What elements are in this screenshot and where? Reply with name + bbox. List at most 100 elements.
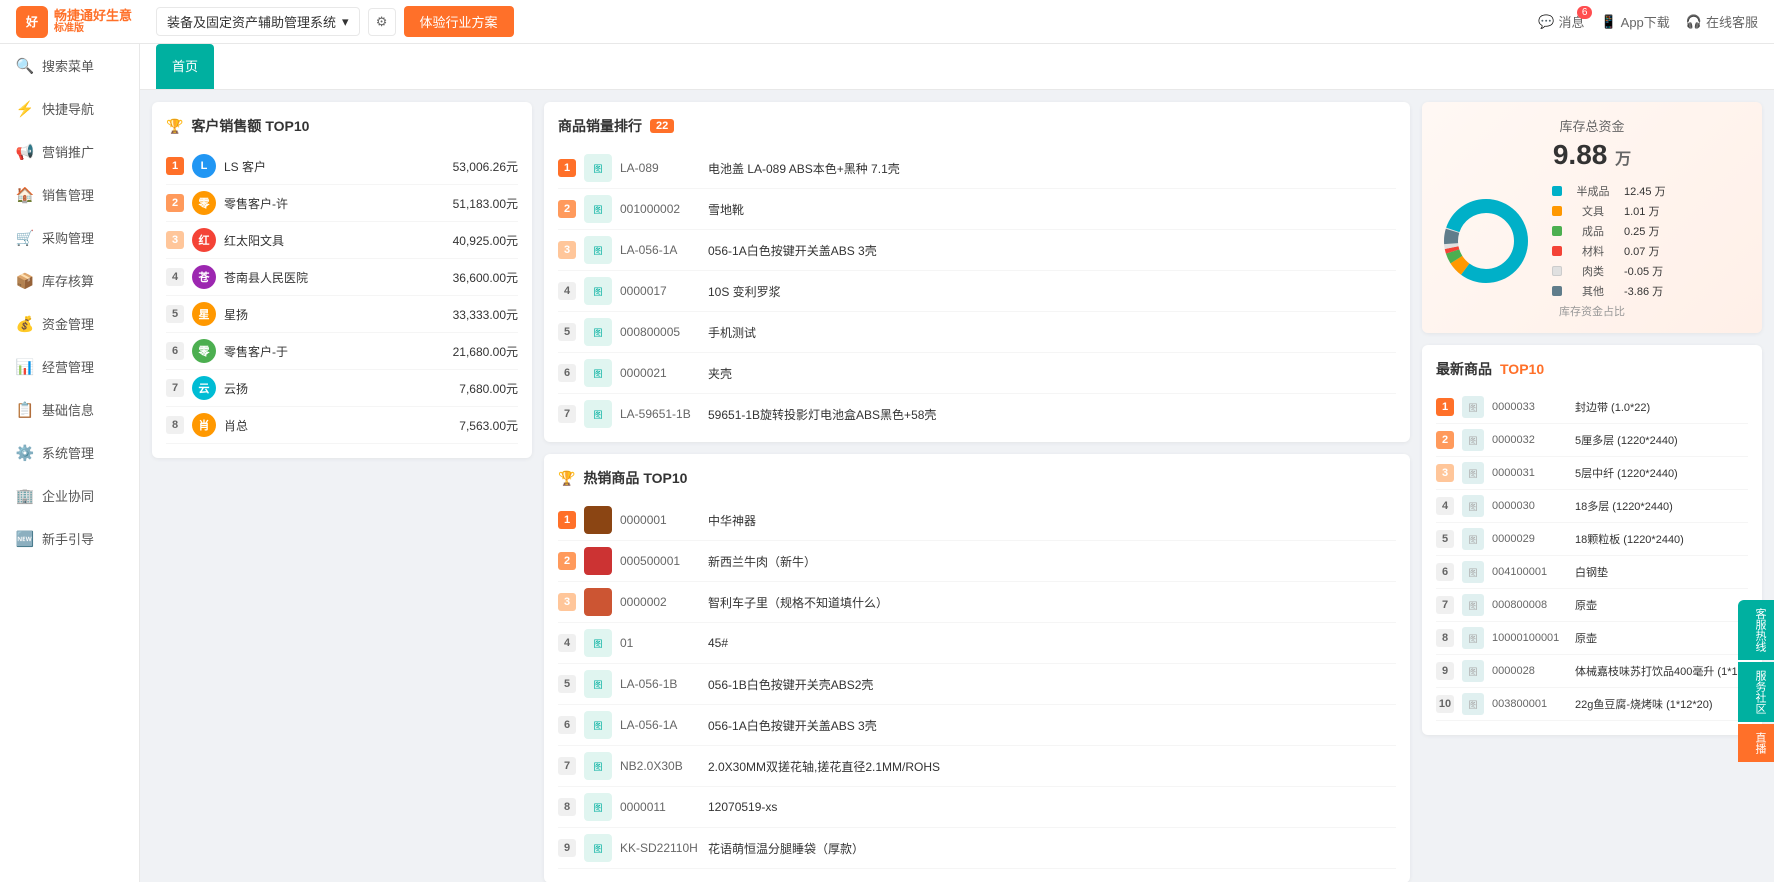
rank-number: 7 [558, 757, 576, 775]
product-code: 000800008 [1492, 599, 1567, 611]
sidebar-item-finance[interactable]: 💰 资金管理 [0, 302, 139, 345]
product-name: 2.0X30MM双搓花轴,搓花直径2.1MM/ROHS [708, 758, 1396, 775]
sidebar-item-purchase[interactable]: 🛒 采购管理 [0, 216, 139, 259]
product-name: 59651-1B旋转投影灯电池盒ABS黑色+58壳 [708, 406, 1396, 423]
system-selector[interactable]: 装备及固定资产辅助管理系统 ▾ [156, 7, 360, 36]
rank-number: 2 [558, 552, 576, 570]
sidebar-item-operation[interactable]: 📊 经营管理 [0, 345, 139, 388]
product-thumb: 图 [584, 277, 612, 305]
notification-button[interactable]: 💬 消息 6 [1538, 12, 1584, 31]
topbar-right: 💬 消息 6 📱 App下载 🎧 在线客服 [1538, 12, 1758, 31]
product-name: 18多层 (1220*2440) [1575, 498, 1748, 514]
list-item: 2 零 零售客户-许 51,183.00元 [166, 185, 518, 222]
avatar: 红 [192, 228, 216, 252]
hot-products-list: 1 0000001 中华神器 2 000500001 新西兰牛肉（新牛） 3 0… [558, 500, 1396, 869]
product-thumb: 图 [1462, 627, 1484, 649]
product-thumb: 图 [584, 793, 612, 821]
product-thumb: 图 [1462, 396, 1484, 418]
new-products-badge: TOP10 [1500, 361, 1544, 377]
tab-home[interactable]: 首页 [156, 44, 214, 89]
rank-number: 7 [558, 405, 576, 423]
sidebar-item-guide[interactable]: 🆕 新手引导 [0, 517, 139, 560]
sales-rank-badge: 22 [650, 119, 674, 133]
sidebar-label-marketing: 营销推广 [42, 142, 94, 161]
product-thumb: 图 [584, 670, 612, 698]
legend-dot [1552, 186, 1562, 196]
legend-stationery: 文具 1.01 万 [1552, 203, 1666, 219]
legend-dot [1552, 246, 1562, 256]
rank-number: 4 [558, 634, 576, 652]
sidebar: 🔍 搜索菜单⚡ 快捷导航📢 营销推广🏠 销售管理🛒 采购管理📦 库存核算💰 资金… [0, 44, 140, 882]
sidebar-label-search: 搜索菜单 [42, 56, 94, 75]
trial-button[interactable]: 体验行业方案 [404, 6, 514, 37]
list-item: 9 图 0000028 体械嘉枝味苏打饮品400毫升 (1*15) [1436, 655, 1748, 688]
list-item: 1 图 LA-089 电池盖 LA-089 ABS本色+黑种 7.1壳 [558, 148, 1396, 189]
sidebar-item-company[interactable]: 🏢 企业协同 [0, 474, 139, 517]
sidebar-item-inventory[interactable]: 📦 库存核算 [0, 259, 139, 302]
right-panel: 库存总资金 9.88 万 [1422, 102, 1762, 882]
hot-products-card: 🏆 热销商品 TOP10 1 0000001 中华神器 2 000500001 … [544, 454, 1410, 882]
sidebar-label-sales: 销售管理 [42, 185, 94, 204]
middle-panel: 商品销量排行 22 1 图 LA-089 电池盖 LA-089 ABS本色+黑种… [544, 102, 1410, 882]
list-item: 4 苍 苍南县人民医院 36,600.00元 [166, 259, 518, 296]
online-service-button[interactable]: 🎧 在线客服 [1686, 12, 1758, 31]
sidebar-item-search[interactable]: 🔍 搜索菜单 [0, 44, 139, 87]
list-item: 8 肖 肖总 7,563.00元 [166, 407, 518, 444]
product-code: 0000002 [620, 595, 700, 609]
customer-amount: 40,925.00元 [453, 232, 518, 249]
sidebar-item-sales[interactable]: 🏠 销售管理 [0, 173, 139, 216]
rank-number: 5 [1436, 530, 1454, 548]
rank-number: 6 [166, 342, 184, 360]
product-thumb: 图 [584, 318, 612, 346]
avatar: 云 [192, 376, 216, 400]
product-code: 0000017 [620, 284, 700, 298]
hotline-button[interactable]: 客服热线 [1738, 600, 1774, 660]
main-content: 首页 🏆 客户销售额 TOP10 1 L LS 客户 53,006.26元 2 … [140, 44, 1774, 882]
sidebar-item-nav[interactable]: ⚡ 快捷导航 [0, 87, 139, 130]
sidebar-item-system[interactable]: ⚙️ 系统管理 [0, 431, 139, 474]
sidebar-label-system: 系统管理 [42, 443, 94, 462]
product-thumb: 图 [584, 154, 612, 182]
list-item: 8 图 0000011 12070519-xs [558, 787, 1396, 828]
legend-finished: 成品 0.25 万 [1552, 223, 1666, 239]
product-code: 0000011 [620, 800, 700, 814]
headset-icon: 🎧 [1686, 14, 1702, 30]
customer-amount: 51,183.00元 [453, 195, 518, 212]
live-button[interactable]: 直播 [1738, 724, 1774, 762]
product-thumb: 图 [1462, 693, 1484, 715]
community-button[interactable]: 服务社区 [1738, 662, 1774, 722]
app-download-button[interactable]: 📱 App下载 [1600, 12, 1669, 31]
app-logo: 好 畅捷通好生意 标准版 [16, 6, 156, 38]
product-code: 000500001 [620, 554, 700, 568]
product-name: 中华神器 [708, 512, 1396, 529]
product-thumb: 图 [1462, 528, 1484, 550]
avatar: 苍 [192, 265, 216, 289]
base-icon: 📋 [16, 401, 34, 419]
legend-dot [1552, 266, 1562, 276]
product-thumb: 图 [1462, 462, 1484, 484]
system-name: 装备及固定资产辅助管理系统 [167, 12, 336, 31]
sidebar-item-marketing[interactable]: 📢 营销推广 [0, 130, 139, 173]
product-code: 0000032 [1492, 434, 1567, 446]
customer-name: 星扬 [224, 306, 445, 323]
chevron-down-icon: ▾ [342, 14, 349, 30]
rank-number: 5 [558, 675, 576, 693]
product-name: 10S 变利罗浆 [708, 283, 1396, 300]
purchase-icon: 🛒 [16, 229, 34, 247]
customer-amount: 36,600.00元 [453, 269, 518, 286]
product-name: 手机测试 [708, 324, 1396, 341]
app-label: App下载 [1621, 12, 1670, 31]
product-code: 0000001 [620, 513, 700, 527]
list-item: 5 星 星扬 33,333.00元 [166, 296, 518, 333]
product-thumb [584, 588, 612, 616]
product-code: 0000021 [620, 366, 700, 380]
rank-number: 9 [558, 839, 576, 857]
list-item: 5 图 LA-056-1B 056-1B白色按键开关壳ABS2壳 [558, 664, 1396, 705]
product-code: LA-056-1A [620, 718, 700, 732]
new-products-card: 最新商品 TOP10 1 图 0000033 封边带 (1.0*22) 2 图 … [1422, 345, 1762, 735]
mobile-icon: 📱 [1600, 14, 1616, 30]
sales-icon: 🏠 [16, 186, 34, 204]
gear-button[interactable]: ⚙ [368, 8, 396, 36]
list-item: 7 图 NB2.0X30B 2.0X30MM双搓花轴,搓花直径2.1MM/ROH… [558, 746, 1396, 787]
sidebar-item-base[interactable]: 📋 基础信息 [0, 388, 139, 431]
